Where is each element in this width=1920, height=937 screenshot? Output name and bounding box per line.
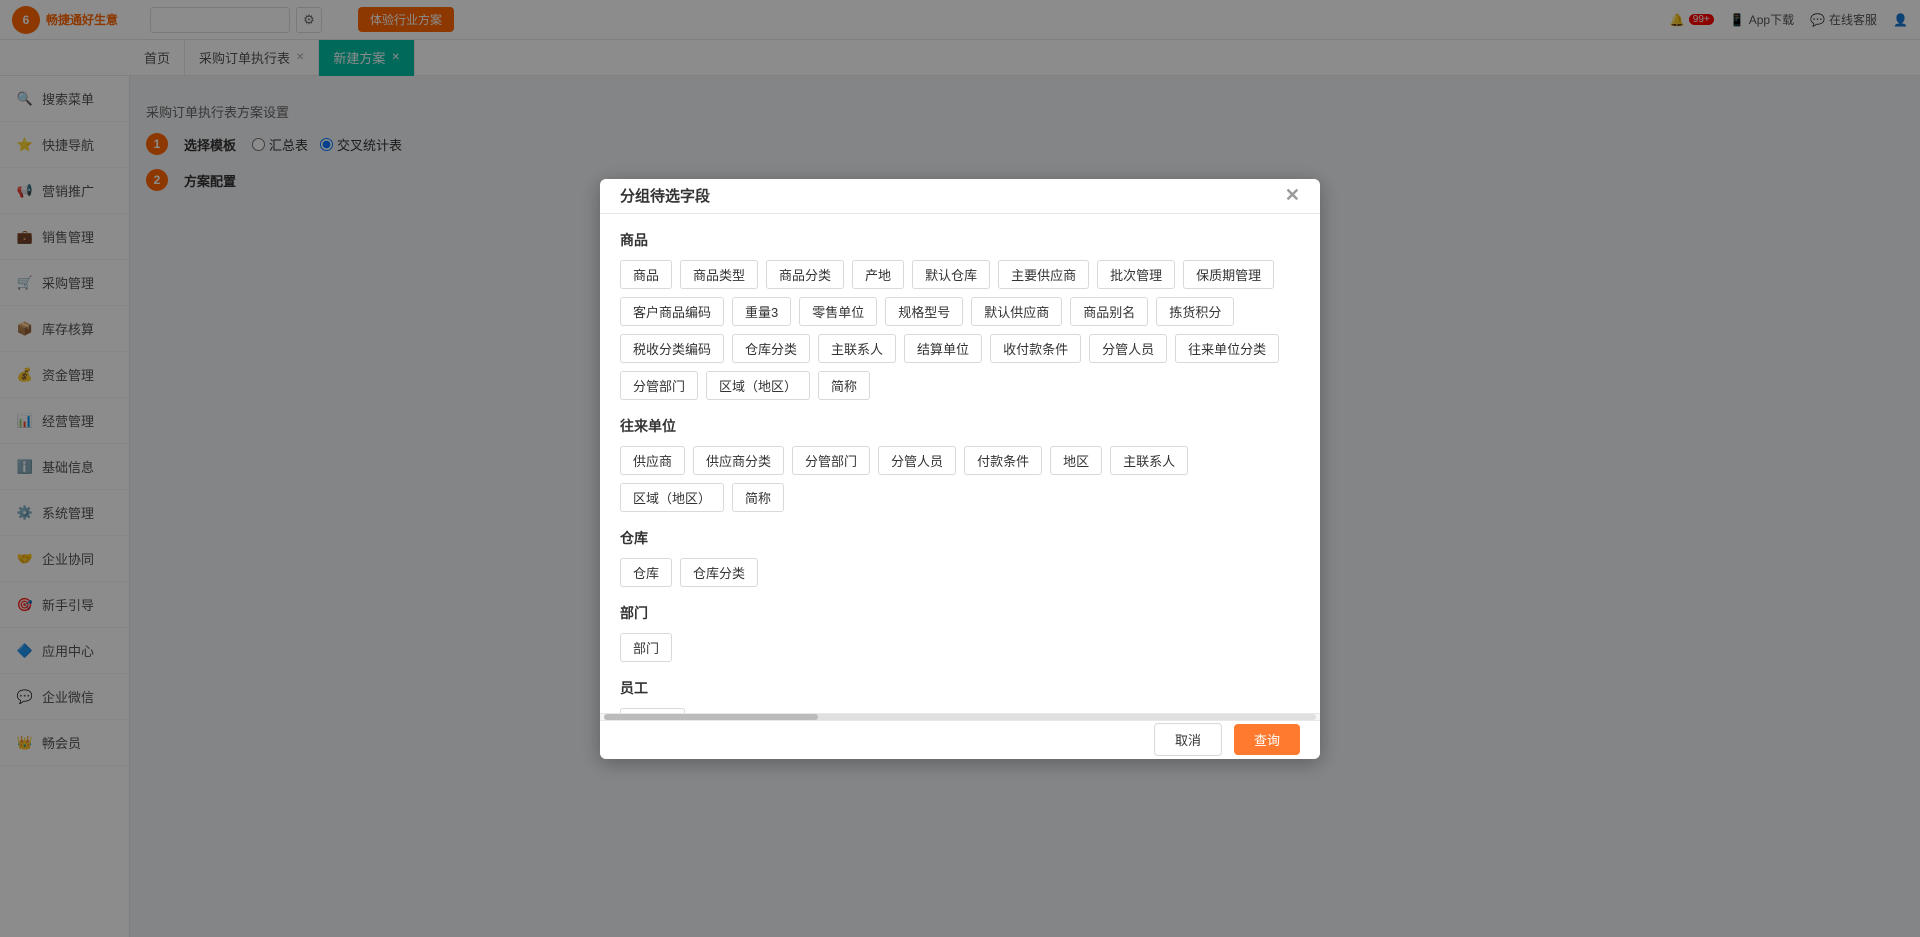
field-tag-pick-points[interactable]: 拣货积分 bbox=[1156, 297, 1234, 326]
field-tag-settlement-unit[interactable]: 结算单位 bbox=[904, 334, 982, 363]
field-tag-main-contact[interactable]: 主联系人 bbox=[818, 334, 896, 363]
field-tag-payment-cond[interactable]: 付款条件 bbox=[964, 446, 1042, 475]
field-tag-supplier-category[interactable]: 供应商分类 bbox=[693, 446, 784, 475]
modal-overlay: 分组待选字段 ✕ 商品 商品 商品类型 商品分类 产地 默认仓库 主要供应商 批… bbox=[0, 0, 1920, 937]
field-tag-warehouse-category[interactable]: 仓库分类 bbox=[732, 334, 810, 363]
field-tag-shelf-life[interactable]: 保质期管理 bbox=[1183, 260, 1274, 289]
field-tag-goods-category[interactable]: 商品分类 bbox=[766, 260, 844, 289]
field-tag-warehouse[interactable]: 仓库 bbox=[620, 558, 672, 587]
field-tag-default-warehouse[interactable]: 默认仓库 bbox=[912, 260, 990, 289]
field-tag-dept[interactable]: 部门 bbox=[620, 633, 672, 662]
field-tag-main-contact-partner[interactable]: 主联系人 bbox=[1110, 446, 1188, 475]
section-warehouse-tags: 仓库 仓库分类 bbox=[620, 558, 1300, 587]
field-tag-supplier[interactable]: 供应商 bbox=[620, 446, 685, 475]
field-tag-default-supplier[interactable]: 默认供应商 bbox=[971, 297, 1062, 326]
section-employee: 员工 业务员 bbox=[620, 678, 1300, 713]
field-tag-spec-model[interactable]: 规格型号 bbox=[885, 297, 963, 326]
section-goods: 商品 商品 商品类型 商品分类 产地 默认仓库 主要供应商 批次管理 保质期管理… bbox=[620, 230, 1300, 400]
modal: 分组待选字段 ✕ 商品 商品 商品类型 商品分类 产地 默认仓库 主要供应商 批… bbox=[600, 179, 1320, 759]
section-employee-title: 员工 bbox=[620, 678, 1300, 698]
section-dept-title: 部门 bbox=[620, 603, 1300, 623]
field-tag-partner-dept[interactable]: 分管部门 bbox=[792, 446, 870, 475]
section-partner: 往来单位 供应商 供应商分类 分管部门 分管人员 付款条件 地区 主联系人 区域… bbox=[620, 416, 1300, 512]
confirm-button[interactable]: 查询 bbox=[1234, 724, 1300, 755]
section-warehouse: 仓库 仓库 仓库分类 bbox=[620, 528, 1300, 587]
field-tag-customer-code[interactable]: 客户商品编码 bbox=[620, 297, 724, 326]
section-dept-tags: 部门 bbox=[620, 633, 1300, 662]
cancel-button[interactable]: 取消 bbox=[1154, 723, 1222, 756]
field-tag-main-supplier[interactable]: 主要供应商 bbox=[998, 260, 1089, 289]
section-goods-title: 商品 bbox=[620, 230, 1300, 250]
field-tag-region-partner[interactable]: 区域（地区） bbox=[620, 483, 724, 512]
field-tag-partner-category[interactable]: 往来单位分类 bbox=[1175, 334, 1279, 363]
field-tag-payment-terms[interactable]: 收付款条件 bbox=[990, 334, 1081, 363]
field-tag-retail-unit[interactable]: 零售单位 bbox=[799, 297, 877, 326]
modal-body[interactable]: 商品 商品 商品类型 商品分类 产地 默认仓库 主要供应商 批次管理 保质期管理… bbox=[600, 214, 1320, 713]
modal-title: 分组待选字段 bbox=[620, 185, 710, 206]
section-partner-title: 往来单位 bbox=[620, 416, 1300, 436]
field-tag-origin[interactable]: 产地 bbox=[852, 260, 904, 289]
field-tag-weight3[interactable]: 重量3 bbox=[732, 297, 791, 326]
section-partner-tags: 供应商 供应商分类 分管部门 分管人员 付款条件 地区 主联系人 区域（地区） … bbox=[620, 446, 1300, 512]
field-tag-goods-type[interactable]: 商品类型 bbox=[680, 260, 758, 289]
field-tag-tax-code[interactable]: 税收分类编码 bbox=[620, 334, 724, 363]
modal-horizontal-scrollbar[interactable] bbox=[600, 713, 1320, 721]
field-tag-area[interactable]: 地区 bbox=[1050, 446, 1102, 475]
modal-close-button[interactable]: ✕ bbox=[1285, 185, 1300, 206]
field-tag-warehouse-cat[interactable]: 仓库分类 bbox=[680, 558, 758, 587]
section-warehouse-title: 仓库 bbox=[620, 528, 1300, 548]
section-goods-tags: 商品 商品类型 商品分类 产地 默认仓库 主要供应商 批次管理 保质期管理 客户… bbox=[620, 260, 1300, 400]
modal-header: 分组待选字段 ✕ bbox=[600, 179, 1320, 214]
field-tag-supervisor[interactable]: 分管人员 bbox=[1089, 334, 1167, 363]
modal-footer: 取消 查询 bbox=[600, 720, 1320, 758]
field-tag-abbr-partner[interactable]: 简称 bbox=[732, 483, 784, 512]
section-dept: 部门 部门 bbox=[620, 603, 1300, 662]
field-tag-goods-alias[interactable]: 商品别名 bbox=[1070, 297, 1148, 326]
field-tag-batch-mgmt[interactable]: 批次管理 bbox=[1097, 260, 1175, 289]
field-tag-region-goods[interactable]: 区域（地区） bbox=[706, 371, 810, 400]
field-tag-dept-supervisor[interactable]: 分管部门 bbox=[620, 371, 698, 400]
field-tag-goods[interactable]: 商品 bbox=[620, 260, 672, 289]
field-tag-abbr-goods[interactable]: 简称 bbox=[818, 371, 870, 400]
field-tag-partner-supervisor[interactable]: 分管人员 bbox=[878, 446, 956, 475]
